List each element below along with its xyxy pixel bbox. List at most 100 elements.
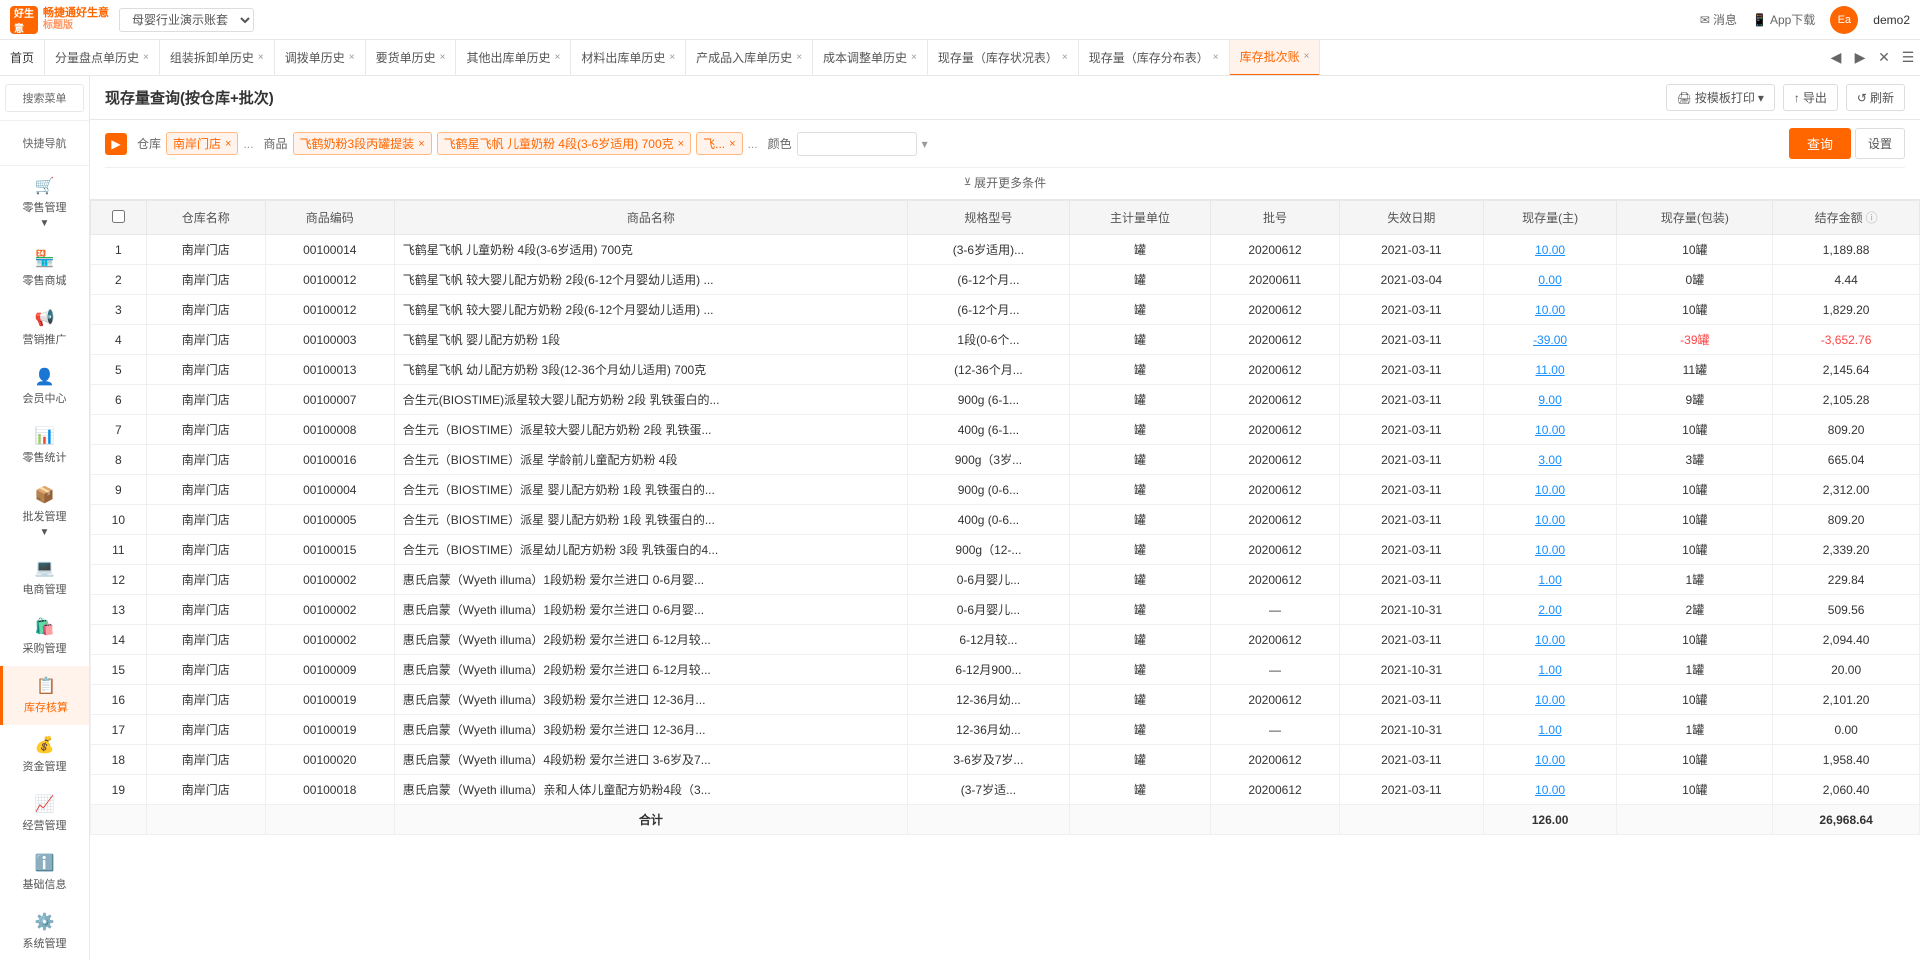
product-tag-2-close[interactable]: × xyxy=(678,138,684,150)
product-dots[interactable]: ... xyxy=(748,137,758,151)
row-qty-main[interactable]: -39.00 xyxy=(1483,325,1617,355)
sidebar-item-wholesale[interactable]: 📦 批发管理 ▼ xyxy=(0,475,89,548)
sidebar-item-retail-shop[interactable]: 🏪 零售商城 xyxy=(0,239,89,298)
filter-more-btn[interactable]: ⊻ 展开更多条件 xyxy=(105,167,1905,191)
setting-button[interactable]: 设置 xyxy=(1855,128,1905,159)
sidebar-item-retail[interactable]: 🛒 零售管理 ▼ xyxy=(0,166,89,239)
row-qty-main[interactable]: 11.00 xyxy=(1483,355,1617,385)
tab-request[interactable]: 要货单历史 × xyxy=(366,40,457,76)
color-input[interactable] xyxy=(797,132,917,156)
product-tag-3[interactable]: 飞... × xyxy=(696,132,742,155)
sidebar-item-member[interactable]: 👤 会员中心 xyxy=(0,357,89,416)
warehouse-label: 仓库 xyxy=(137,135,161,152)
sidebar-item-finance[interactable]: 💰 资金管理 xyxy=(0,725,89,784)
product-tag-1-close[interactable]: × xyxy=(418,138,424,150)
sidebar-item-inventory[interactable]: 📋 库存核算 xyxy=(0,666,89,725)
tab-other-out[interactable]: 其他出库单历史 × xyxy=(456,40,571,76)
warehouse-tag[interactable]: 南岸门店 × xyxy=(166,132,238,155)
export-button[interactable]: ↑ 导出 xyxy=(1783,84,1838,111)
tab-material-out[interactable]: 材料出库单历史 × xyxy=(571,40,686,76)
tab-stock-batch[interactable]: 库存批次账 × xyxy=(1230,40,1321,76)
row-qty-main[interactable]: 10.00 xyxy=(1483,295,1617,325)
table-row: 7 南岸门店 00100008 合生元（BIOSTIME）派星较大婴儿配方奶粉 … xyxy=(91,415,1920,445)
row-qty-main[interactable]: 1.00 xyxy=(1483,565,1617,595)
row-amount: 20.00 xyxy=(1773,655,1920,685)
tab-close-request[interactable]: × xyxy=(440,52,446,63)
warehouse-tag-close[interactable]: × xyxy=(225,138,231,150)
tab-close-btn[interactable]: ✕ xyxy=(1872,46,1896,70)
tab-close-material-out[interactable]: × xyxy=(669,52,675,63)
sidebar-item-retail-stats[interactable]: 📊 零售统计 xyxy=(0,416,89,475)
message-btn[interactable]: ✉ 消息 xyxy=(1700,11,1737,28)
row-unit: 罐 xyxy=(1069,445,1210,475)
row-qty-main[interactable]: 10.00 xyxy=(1483,775,1617,805)
row-qty-main[interactable]: 10.00 xyxy=(1483,505,1617,535)
th-checkbox[interactable] xyxy=(91,201,147,235)
filter-expand-arrow[interactable]: ▶ xyxy=(105,133,127,155)
tab-stock-dist[interactable]: 现存量（库存分布表） × xyxy=(1079,40,1230,76)
tab-close-disassemble[interactable]: × xyxy=(258,52,264,63)
row-batch: 20200611 xyxy=(1211,265,1340,295)
row-qty-main[interactable]: 10.00 xyxy=(1483,535,1617,565)
company-select[interactable]: 母婴行业演示账套 xyxy=(119,8,254,32)
quick-nav-btn[interactable]: 快捷导航 xyxy=(0,129,89,157)
row-qty-main[interactable]: 10.00 xyxy=(1483,745,1617,775)
sidebar-item-operations[interactable]: 📈 经营管理 xyxy=(0,784,89,843)
tab-menu-btn[interactable]: ☰ xyxy=(1896,46,1920,70)
product-tag-3-close[interactable]: × xyxy=(729,138,735,150)
tab-inventory-split[interactable]: 分量盘点单历史 × xyxy=(45,40,160,76)
row-qty-main[interactable]: 3.00 xyxy=(1483,445,1617,475)
tab-close-other-out[interactable]: × xyxy=(554,52,560,63)
search-menu-btn[interactable]: 搜索菜单 xyxy=(5,84,84,112)
tab-scroll-right[interactable]: ▶ xyxy=(1848,46,1872,70)
tab-disassemble[interactable]: 组装拆卸单历史 × xyxy=(160,40,275,76)
product-tag-1[interactable]: 飞鹤奶粉3段丙罐提装 × xyxy=(293,132,432,155)
tab-stock-status[interactable]: 现存量（库存状况表） × xyxy=(928,40,1079,76)
row-qty-main[interactable]: 10.00 xyxy=(1483,625,1617,655)
row-qty-main[interactable]: 10.00 xyxy=(1483,415,1617,445)
row-qty-main[interactable]: 10.00 xyxy=(1483,235,1617,265)
row-qty-main[interactable]: 2.00 xyxy=(1483,595,1617,625)
row-unit: 罐 xyxy=(1069,535,1210,565)
row-code: 00100015 xyxy=(265,535,394,565)
warehouse-dots[interactable]: ... xyxy=(243,137,253,151)
sidebar-item-basic[interactable]: ℹ️ 基础信息 xyxy=(0,843,89,902)
tab-scroll-left[interactable]: ◀ xyxy=(1824,46,1848,70)
tab-product-in[interactable]: 产成品入库单历史 × xyxy=(686,40,813,76)
row-qty-main[interactable]: 1.00 xyxy=(1483,715,1617,745)
th-batch: 批号 xyxy=(1211,201,1340,235)
refresh-button[interactable]: ↺ 刷新 xyxy=(1846,84,1905,111)
table-row: 12 南岸门店 00100002 惠氏启蒙（Wyeth illuma）1段奶粉 … xyxy=(91,565,1920,595)
tab-home[interactable]: 首页 xyxy=(0,40,45,76)
row-amount: 1,829.20 xyxy=(1773,295,1920,325)
tab-close-stock-batch[interactable]: × xyxy=(1304,51,1310,62)
tab-close-product-in[interactable]: × xyxy=(796,52,802,63)
tab-cost-adjust[interactable]: 成本调整单历史 × xyxy=(813,40,928,76)
tab-close-stock-dist[interactable]: × xyxy=(1213,52,1219,63)
row-qty-main[interactable]: 0.00 xyxy=(1483,265,1617,295)
row-qty-main[interactable]: 9.00 xyxy=(1483,385,1617,415)
row-code: 00100009 xyxy=(265,655,394,685)
row-code: 00100012 xyxy=(265,295,394,325)
app-download-btn[interactable]: 📱 App下载 xyxy=(1752,11,1815,28)
product-tag-2[interactable]: 飞鹤星飞帆 儿童奶粉 4段(3-6岁适用) 700克 × xyxy=(437,132,691,155)
tab-close-inventory-split[interactable]: × xyxy=(143,52,149,63)
sidebar-item-ecommerce[interactable]: 💻 电商管理 xyxy=(0,548,89,607)
query-button[interactable]: 查询 xyxy=(1789,128,1851,159)
row-qty-main[interactable]: 10.00 xyxy=(1483,475,1617,505)
tab-close-cost-adjust[interactable]: × xyxy=(911,52,917,63)
print-button[interactable]: 🖨 按模板打印 ▾ xyxy=(1666,84,1775,111)
avatar[interactable]: Ea xyxy=(1830,6,1858,34)
row-warehouse: 南岸门店 xyxy=(146,625,265,655)
sidebar-item-purchase[interactable]: 🛍️ 采购管理 xyxy=(0,607,89,666)
row-qty-main[interactable]: 1.00 xyxy=(1483,655,1617,685)
tab-transfer[interactable]: 调拨单历史 × xyxy=(275,40,366,76)
tab-close-stock-status[interactable]: × xyxy=(1062,52,1068,63)
row-amount: 2,145.64 xyxy=(1773,355,1920,385)
row-qty-main[interactable]: 10.00 xyxy=(1483,685,1617,715)
sidebar-item-system[interactable]: ⚙️ 系统管理 xyxy=(0,902,89,960)
select-all-checkbox[interactable] xyxy=(112,210,125,223)
tab-close-transfer[interactable]: × xyxy=(349,52,355,63)
th-code: 商品编码 xyxy=(265,201,394,235)
sidebar-item-marketing[interactable]: 📢 营销推广 xyxy=(0,298,89,357)
